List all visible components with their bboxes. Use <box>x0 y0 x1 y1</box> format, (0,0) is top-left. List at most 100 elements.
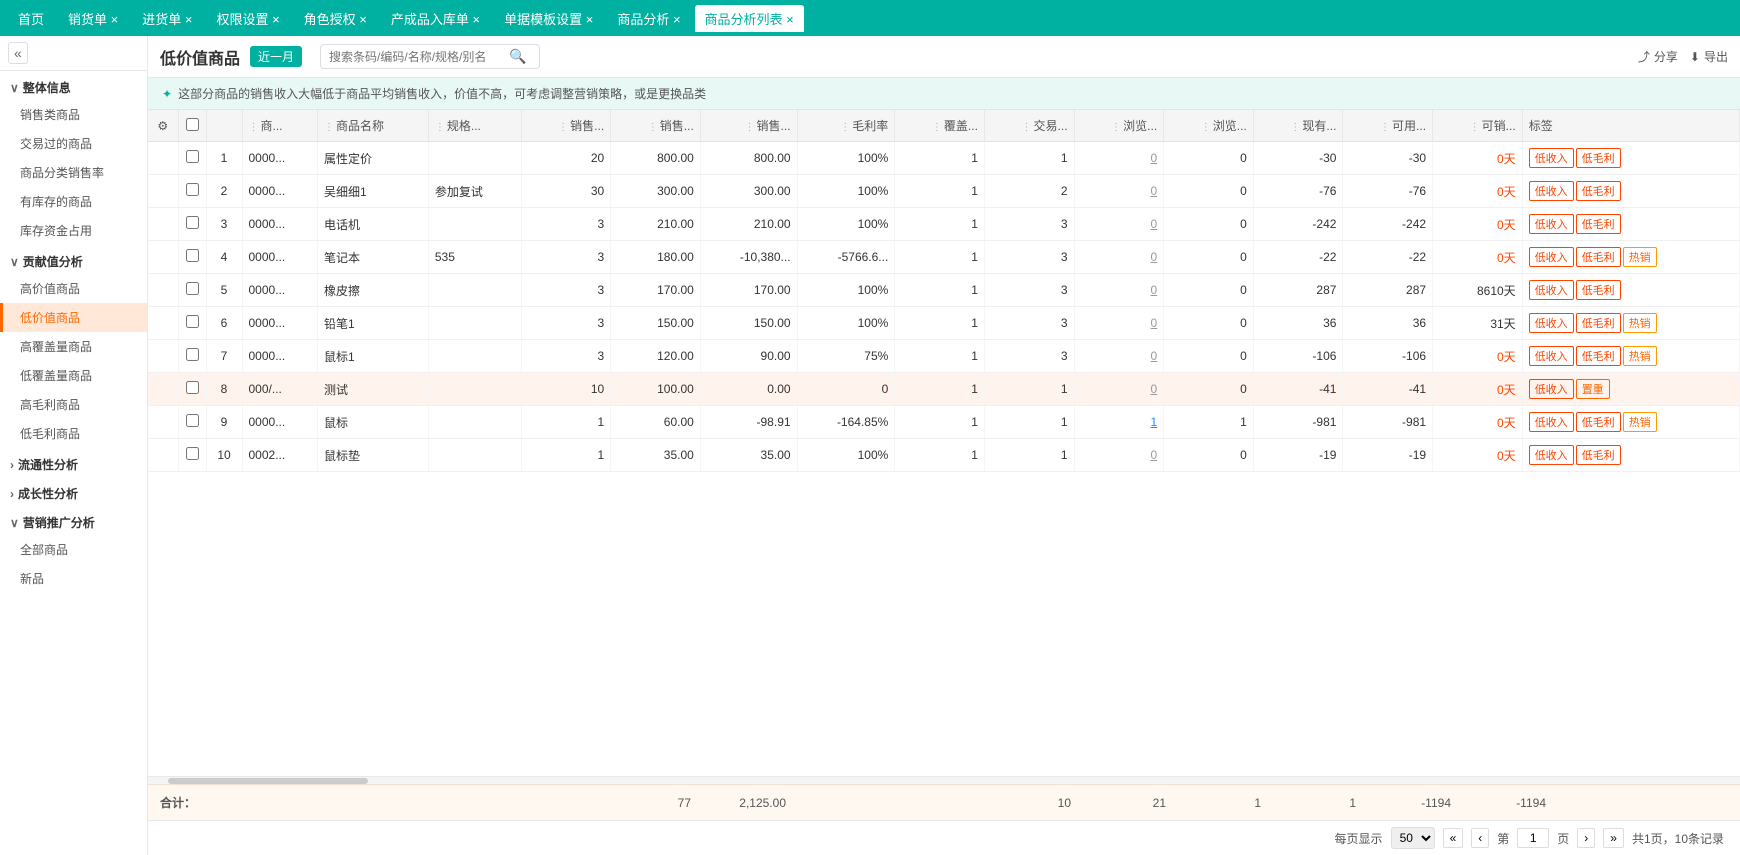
current-cell: -41 <box>1253 373 1343 406</box>
nav-home[interactable]: 首页 <box>8 5 54 32</box>
next-page-btn[interactable]: › <box>1577 828 1595 848</box>
sidebar-item-high-value[interactable]: 高价值商品 <box>0 274 147 303</box>
checkbox-cell[interactable] <box>178 373 206 406</box>
col-current[interactable]: 现有... <box>1253 110 1343 142</box>
col-view2[interactable]: 浏览... <box>1164 110 1254 142</box>
view1-cell[interactable]: 0 <box>1151 349 1158 363</box>
sidebar-group-liquidity-label: 流通性分析 <box>18 456 78 473</box>
search-input[interactable] <box>329 50 509 64</box>
view1-cell-wrap[interactable]: 0 <box>1074 439 1164 472</box>
nav-purchase[interactable]: 进货单 × <box>132 5 202 32</box>
export-button[interactable]: ⬇ 导出 <box>1690 48 1728 65</box>
tag-label: 低收入 <box>1529 313 1574 333</box>
sidebar-item-new-goods[interactable]: 新品 <box>0 564 147 593</box>
sidebar-item-sales-goods[interactable]: 销售类商品 <box>0 100 147 129</box>
sidebar-item-low-value[interactable]: 低价值商品 <box>0 303 147 332</box>
spec-cell <box>428 340 521 373</box>
nav-analysis-list[interactable]: 商品分析列表 × <box>695 5 804 32</box>
sidebar-item-high-margin[interactable]: 高毛利商品 <box>0 390 147 419</box>
scrollbar-thumb[interactable] <box>168 778 368 784</box>
sidebar-group-growth[interactable]: › 成长性分析 <box>0 477 147 506</box>
checkbox-cell[interactable] <box>178 208 206 241</box>
sidebar-item-high-coverage[interactable]: 高覆盖量商品 <box>0 332 147 361</box>
sale-qty-cell: 3 <box>521 307 611 340</box>
sidebar-item-all-goods[interactable]: 全部商品 <box>0 535 147 564</box>
col-spec[interactable]: 规格... <box>428 110 521 142</box>
sidebar-group-contribution[interactable]: ∨ 贡献值分析 <box>0 245 147 274</box>
col-trade[interactable]: 交易... <box>984 110 1074 142</box>
col-name[interactable]: 商品名称 <box>317 110 428 142</box>
view1-cell-wrap[interactable]: 0 <box>1074 142 1164 175</box>
view1-cell-wrap[interactable]: 0 <box>1074 274 1164 307</box>
view1-cell[interactable]: 0 <box>1151 250 1158 264</box>
sidebar-group-marketing[interactable]: ∨ 营销推广分析 <box>0 506 147 535</box>
sidebar-collapse-btn[interactable]: « <box>8 42 28 64</box>
page-number-input[interactable] <box>1517 828 1549 848</box>
share-button[interactable]: ⤴ 分享 <box>1638 48 1678 65</box>
search-icon[interactable]: 🔍 <box>509 48 526 65</box>
view1-cell-wrap[interactable]: 0 <box>1074 208 1164 241</box>
view1-cell-wrap[interactable]: 0 <box>1074 340 1164 373</box>
avail-cell: -76 <box>1343 175 1433 208</box>
spec-cell <box>428 208 521 241</box>
name-cell: 测试 <box>317 373 428 406</box>
first-page-btn[interactable]: « <box>1443 828 1464 848</box>
col-code[interactable]: 商... <box>242 110 317 142</box>
checkbox-cell[interactable] <box>178 142 206 175</box>
page-size-select[interactable]: 50 <box>1391 827 1435 849</box>
prev-page-btn[interactable]: ‹ <box>1471 828 1489 848</box>
col-gross-rate[interactable]: 毛利率 <box>797 110 895 142</box>
gear-cell <box>148 340 178 373</box>
sidebar-item-inventory-capital[interactable]: 库存资金占用 <box>0 216 147 245</box>
horizontal-scrollbar[interactable] <box>148 776 1740 784</box>
view1-cell[interactable]: 0 <box>1151 184 1158 198</box>
table-wrapper[interactable]: ⚙ 商... 商品名称 规格... 销售... 销售... 销售... 毛利率 … <box>148 110 1740 776</box>
nav-sales[interactable]: 销货单 × <box>58 5 128 32</box>
view1-cell-wrap[interactable]: 0 <box>1074 175 1164 208</box>
checkbox-cell[interactable] <box>178 241 206 274</box>
nav-roles[interactable]: 角色授权 × <box>294 5 377 32</box>
col-checkbox-header[interactable] <box>178 110 206 142</box>
col-view1[interactable]: 浏览... <box>1074 110 1164 142</box>
checkbox-cell[interactable] <box>178 439 206 472</box>
view1-cell-wrap[interactable]: 0 <box>1074 307 1164 340</box>
col-cover[interactable]: 覆盖... <box>895 110 985 142</box>
nav-templates[interactable]: 单据模板设置 × <box>494 5 603 32</box>
view1-cell[interactable]: 0 <box>1151 283 1158 297</box>
last-page-btn[interactable]: » <box>1603 828 1624 848</box>
view1-cell[interactable]: 0 <box>1151 217 1158 231</box>
time-badge[interactable]: 近一月 <box>250 46 302 67</box>
view1-cell-wrap[interactable]: 1 <box>1074 406 1164 439</box>
view1-cell[interactable]: 1 <box>1151 415 1158 429</box>
checkbox-cell[interactable] <box>178 274 206 307</box>
checkbox-cell[interactable] <box>178 340 206 373</box>
sidebar-item-inventory-goods[interactable]: 有库存的商品 <box>0 187 147 216</box>
col-avail[interactable]: 可用... <box>1343 110 1433 142</box>
sidebar-item-low-coverage[interactable]: 低覆盖量商品 <box>0 361 147 390</box>
sidebar-group-overall[interactable]: ∨ 整体信息 <box>0 71 147 100</box>
days-cell: 0天 <box>1433 175 1523 208</box>
view1-cell-wrap[interactable]: 0 <box>1074 241 1164 274</box>
col-sale-amt2[interactable]: 销售... <box>700 110 797 142</box>
col-saleable[interactable]: 可销... <box>1433 110 1523 142</box>
select-all-checkbox[interactable] <box>186 118 199 131</box>
checkbox-cell[interactable] <box>178 175 206 208</box>
view1-cell[interactable]: 0 <box>1151 382 1158 396</box>
sidebar-item-low-margin[interactable]: 低毛利商品 <box>0 419 147 448</box>
sidebar-item-category-rate[interactable]: 商品分类销售率 <box>0 158 147 187</box>
col-sale-qty[interactable]: 销售... <box>521 110 611 142</box>
checkbox-cell[interactable] <box>178 307 206 340</box>
tag-label: 低毛利 <box>1576 412 1621 432</box>
sidebar-group-liquidity[interactable]: › 流通性分析 <box>0 448 147 477</box>
checkbox-cell[interactable] <box>178 406 206 439</box>
sidebar-item-traded-goods[interactable]: 交易过的商品 <box>0 129 147 158</box>
view1-cell-wrap[interactable]: 0 <box>1074 373 1164 406</box>
col-sale-amt1[interactable]: 销售... <box>611 110 701 142</box>
nav-products[interactable]: 产成品入库单 × <box>381 5 490 32</box>
view1-cell[interactable]: 0 <box>1151 316 1158 330</box>
nav-permissions[interactable]: 权限设置 × <box>206 5 289 32</box>
view1-cell[interactable]: 0 <box>1151 448 1158 462</box>
nav-analysis[interactable]: 商品分析 × <box>607 5 690 32</box>
view1-cell[interactable]: 0 <box>1151 151 1158 165</box>
col-gear[interactable]: ⚙ <box>148 110 178 142</box>
